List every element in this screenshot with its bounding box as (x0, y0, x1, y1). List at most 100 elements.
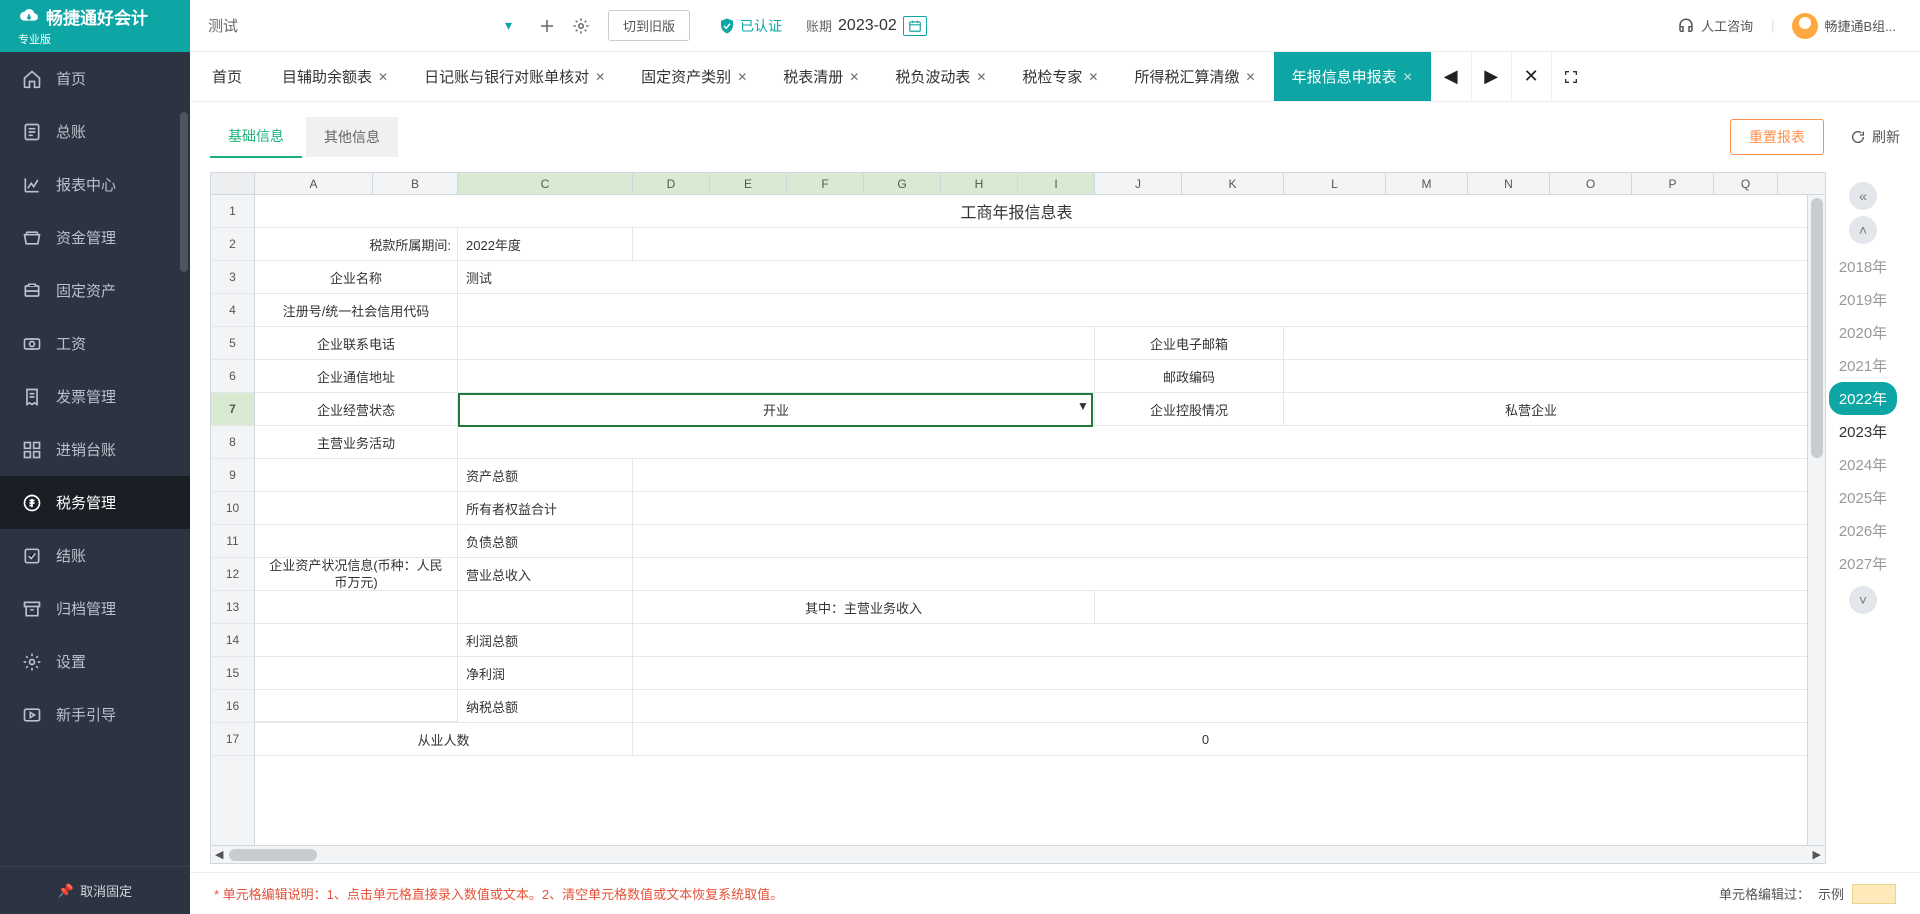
tabs-next[interactable]: ▶ (1471, 52, 1511, 101)
cell[interactable] (633, 459, 1778, 491)
user-menu[interactable]: 畅捷通B组... (1792, 13, 1896, 39)
refresh-button[interactable]: 刷新 (1850, 127, 1900, 147)
tab[interactable]: 所得税汇算清缴✕ (1116, 52, 1273, 101)
col-header[interactable]: Q (1714, 173, 1778, 194)
cell[interactable] (458, 327, 1095, 359)
row-header[interactable]: 15 (211, 657, 254, 690)
row-header[interactable]: 16 (211, 690, 254, 723)
reset-report-button[interactable]: 重置报表 (1730, 119, 1824, 155)
gear-icon[interactable] (564, 9, 598, 43)
sidebar-item-ledger[interactable]: 总账 (0, 105, 190, 158)
cell[interactable] (633, 525, 1778, 557)
label[interactable]: 负债总额 (458, 525, 633, 557)
cell[interactable] (633, 558, 1778, 590)
sidebar-item-stock[interactable]: 进销台账 (0, 423, 190, 476)
value[interactable]: 2022年度 (458, 228, 633, 260)
cell[interactable] (458, 360, 1095, 392)
close-icon[interactable]: ✕ (1088, 70, 1098, 84)
sidebar-item-asset[interactable]: 固定资产 (0, 264, 190, 317)
value[interactable]: 测试 (458, 261, 1778, 293)
row-header[interactable]: 13 (211, 591, 254, 624)
cell[interactable] (633, 624, 1778, 656)
cell[interactable] (1095, 591, 1778, 623)
row-header[interactable]: 3 (211, 261, 254, 294)
year-option[interactable]: 2020年 (1829, 316, 1897, 349)
sidebar-item-tax[interactable]: 税务管理 (0, 476, 190, 529)
row-header[interactable]: 4 (211, 294, 254, 327)
cell[interactable] (633, 228, 1778, 260)
tab[interactable]: 年报信息申报表✕ (1274, 52, 1431, 101)
row-header[interactable]: 10 (211, 492, 254, 525)
cell[interactable] (1284, 327, 1778, 359)
col-header[interactable]: I (1018, 173, 1095, 194)
cell[interactable] (633, 657, 1778, 689)
col-header[interactable]: F (787, 173, 864, 194)
value[interactable]: 0 (633, 723, 1778, 755)
year-option[interactable]: 2023年 (1829, 415, 1897, 448)
row-header[interactable]: 6 (211, 360, 254, 393)
label[interactable]: 邮政编码 (1095, 360, 1284, 392)
cell[interactable] (633, 690, 1778, 722)
sidebar-item-guide[interactable]: 新手引导 (0, 688, 190, 741)
year-up[interactable]: ˄ (1849, 216, 1877, 244)
label[interactable]: 从业人数 (255, 723, 633, 755)
col-header[interactable]: C (458, 173, 633, 194)
subtab-basic[interactable]: 基础信息 (210, 116, 302, 158)
year-option[interactable]: 2021年 (1829, 349, 1897, 382)
spreadsheet[interactable]: ABCDEFGHIJKLMNOPQ 1234567891011121314151… (210, 172, 1826, 864)
label[interactable]: 注册号/统一社会信用代码 (255, 294, 458, 326)
close-icon[interactable]: ✕ (849, 70, 859, 84)
close-icon[interactable]: ✕ (1403, 70, 1413, 84)
row-header[interactable]: 12 (211, 558, 254, 591)
col-header[interactable]: O (1550, 173, 1632, 194)
col-header[interactable]: B (373, 173, 458, 194)
close-icon[interactable]: ✕ (1246, 70, 1256, 84)
year-option[interactable]: 2019年 (1829, 283, 1897, 316)
col-header[interactable]: L (1284, 173, 1386, 194)
col-header[interactable]: M (1386, 173, 1468, 194)
close-icon[interactable]: ✕ (378, 70, 388, 84)
row-header[interactable]: 17 (211, 723, 254, 756)
col-header[interactable]: G (864, 173, 941, 194)
row-header[interactable]: 9 (211, 459, 254, 492)
unpin-sidebar[interactable]: 📌 取消固定 (0, 866, 190, 914)
select-all-corner[interactable] (211, 173, 255, 194)
label[interactable]: 企业名称 (255, 261, 458, 293)
row-header[interactable]: 1 (211, 195, 254, 228)
tab-close-all[interactable]: ✕ (1511, 52, 1551, 101)
label[interactable]: 营业总收入 (458, 558, 633, 590)
sidebar-item-funds[interactable]: 资金管理 (0, 211, 190, 264)
sidebar-item-archive[interactable]: 归档管理 (0, 582, 190, 635)
row-header[interactable]: 8 (211, 426, 254, 459)
sidebar-scrollbar[interactable] (180, 112, 188, 272)
col-header[interactable]: K (1182, 173, 1284, 194)
col-header[interactable]: N (1468, 173, 1550, 194)
tab[interactable]: 税表清册✕ (765, 52, 877, 101)
add-button[interactable] (530, 9, 564, 43)
row-header[interactable]: 2 (211, 228, 254, 261)
year-option[interactable]: 2025年 (1829, 481, 1897, 514)
row-header[interactable]: 7 (211, 393, 254, 426)
row-header[interactable]: 11 (211, 525, 254, 558)
label[interactable]: 企业电子邮箱 (1095, 327, 1284, 359)
row-header[interactable]: 5 (211, 327, 254, 360)
year-option[interactable]: 2022年 (1829, 382, 1897, 415)
close-icon[interactable]: ✕ (737, 70, 747, 84)
label[interactable]: 企业通信地址 (255, 360, 458, 392)
col-header[interactable]: D (633, 173, 710, 194)
dropdown-arrow-icon[interactable]: ▼ (1077, 399, 1089, 413)
label[interactable]: 企业控股情况 (1095, 393, 1284, 425)
label[interactable]: 企业经营状态 (255, 393, 458, 425)
sidebar-item-settings[interactable]: 设置 (0, 635, 190, 688)
cell[interactable] (1284, 360, 1778, 392)
tab-home[interactable]: 首页 (190, 66, 264, 87)
fullscreen-button[interactable] (1551, 52, 1591, 101)
col-header[interactable]: J (1095, 173, 1182, 194)
label[interactable]: 资产总额 (458, 459, 633, 491)
col-header[interactable]: P (1632, 173, 1714, 194)
label[interactable]: 主营业务活动 (255, 426, 458, 458)
label[interactable]: 纳税总额 (458, 690, 633, 722)
row-header[interactable]: 14 (211, 624, 254, 657)
dropdown-cell[interactable]: 开业 (458, 393, 1095, 425)
year-option[interactable]: 2018年 (1829, 250, 1897, 283)
